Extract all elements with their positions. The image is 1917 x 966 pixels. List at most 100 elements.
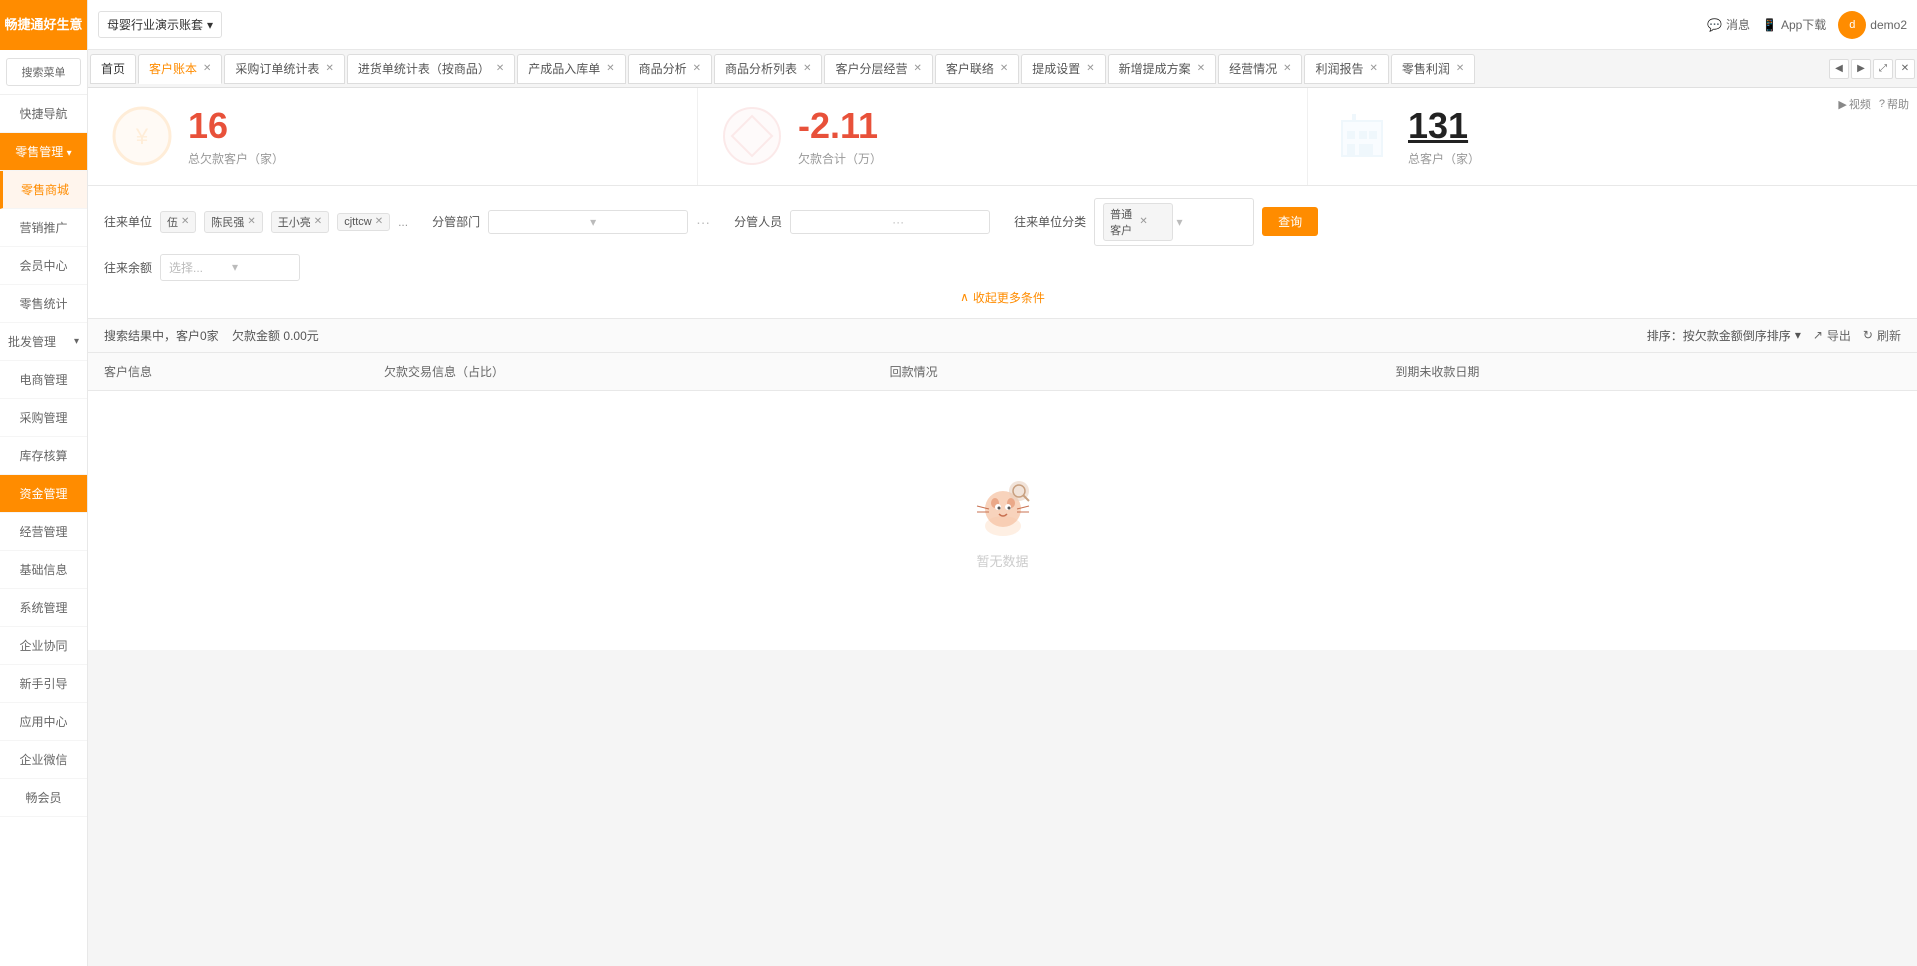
tab-purchase-order[interactable]: 采购订单统计表 ✕ <box>224 54 344 84</box>
sidebar-item-finance[interactable]: 资金管理 <box>0 475 87 513</box>
tab-more[interactable]: ✕ <box>1895 59 1915 79</box>
tab-product-stock[interactable]: 产成品入库单 ✕ <box>517 54 625 84</box>
sidebar-item-member[interactable]: 会员中心 <box>0 247 87 285</box>
diamond-circle-icon <box>722 106 782 166</box>
balance-select[interactable]: 选择... ▾ <box>160 254 300 281</box>
stat-actions: ▶ 视频 ? 帮助 <box>1838 96 1909 112</box>
filter-tag-cjttcw: cjttcw ✕ <box>337 213 390 231</box>
filter-tag-wu: 伍 ✕ <box>160 211 196 233</box>
dept-select[interactable]: ▾ <box>488 210 688 234</box>
empty-label: 暂无数据 <box>976 551 1028 570</box>
sidebar-item-app-center[interactable]: 应用中心 <box>0 703 87 741</box>
tab-customer-contact[interactable]: 客户联络 ✕ <box>935 54 1019 84</box>
sidebar-item-inventory[interactable]: 库存核算 <box>0 437 87 475</box>
tab-customer-tier[interactable]: 客户分层经营 ✕ <box>824 54 932 84</box>
message-button[interactable]: 💬 消息 <box>1707 16 1750 33</box>
sidebar-item-vip-member[interactable]: 畅会员 <box>0 779 87 817</box>
tabbar: 首页 客户账本 ✕ 采购订单统计表 ✕ 进货单统计表（按商品） ✕ 产成品入库单… <box>88 50 1917 88</box>
content-area: ¥ 16 总欠款客户（家） -2.11 欠款合计（ <box>88 88 1917 966</box>
tab-scroll-right[interactable]: ▶ <box>1851 59 1871 79</box>
tab-close-profit-report[interactable]: ✕ <box>1370 63 1378 74</box>
col-header-debt: 欠款交易信息（占比） <box>384 363 890 380</box>
tab-close-retail-profit[interactable]: ✕ <box>1456 63 1464 74</box>
filter-tag-chen: 陈民强 ✕ <box>204 211 262 233</box>
video-action[interactable]: ▶ 视频 <box>1838 96 1870 112</box>
stat-credit-amount-value: -2.11 <box>798 106 1283 146</box>
result-summary: 搜索结果中，客户0家 欠款金额 0.00元 <box>104 327 319 344</box>
person-select[interactable]: ··· <box>790 210 990 234</box>
sidebar-item-retail[interactable]: 零售管理 ▾ <box>0 133 87 171</box>
dept-clear-icon[interactable]: ··· <box>696 214 710 230</box>
filter-tag-close-normal[interactable]: ✕ <box>1139 216 1165 227</box>
refresh-button[interactable]: ↻ 刷新 <box>1863 327 1901 344</box>
tab-new-tips[interactable]: 新增提成方案 ✕ <box>1108 54 1216 84</box>
sidebar-item-basic-info[interactable]: 基础信息 <box>0 551 87 589</box>
sidebar-item-system[interactable]: 系统管理 <box>0 589 87 627</box>
filter-tag-close-wang[interactable]: ✕ <box>314 216 322 227</box>
filter-more-tags[interactable]: ... <box>398 215 408 229</box>
play-icon: ▶ <box>1838 98 1846 111</box>
export-button[interactable]: ↗ 导出 <box>1813 327 1851 344</box>
tab-profit-report[interactable]: 利润报告 ✕ <box>1304 54 1388 84</box>
sidebar-item-marketing[interactable]: 营销推广 <box>0 209 87 247</box>
tab-close-customer-tier[interactable]: ✕ <box>913 63 921 74</box>
filter-area: 往来单位 伍 ✕ 陈民强 ✕ 王小亮 ✕ cjttcw ✕ ... <box>88 186 1917 319</box>
collapse-button[interactable]: ∧ 收起更多条件 <box>104 289 1901 306</box>
unit-filter-label: 往来单位 <box>104 213 152 230</box>
sidebar-item-quick-nav[interactable]: 快捷导航 <box>0 95 87 133</box>
tab-tips-settings[interactable]: 提成设置 ✕ <box>1021 54 1105 84</box>
tab-close-purchase-order[interactable]: ✕ <box>325 63 333 74</box>
tab-close-stock-stats[interactable]: ✕ <box>496 63 504 74</box>
sidebar-item-purchase[interactable]: 采购管理 <box>0 399 87 437</box>
filter-tag-close-wu[interactable]: ✕ <box>181 216 189 227</box>
avatar: d <box>1838 11 1866 39</box>
sidebar-item-enterprise-wechat[interactable]: 企业微信 <box>0 741 87 779</box>
person-filter-label: 分管人员 <box>734 213 782 230</box>
sidebar-item-operations[interactable]: 经营管理 <box>0 513 87 551</box>
sidebar-item-enterprise-collab[interactable]: 企业协同 <box>0 627 87 665</box>
tab-close-tips-settings[interactable]: ✕ <box>1086 63 1094 74</box>
building-icon <box>1332 106 1392 166</box>
tab-product-analysis[interactable]: 商品分析 ✕ <box>628 54 712 84</box>
tab-operations[interactable]: 经营情况 ✕ <box>1218 54 1302 84</box>
user-profile[interactable]: d demo2 <box>1838 11 1907 39</box>
sidebar-item-retail-stats[interactable]: 零售统计 <box>0 285 87 323</box>
sort-select[interactable]: 排序：按欠款金额倒序排序 ▾ <box>1647 327 1801 344</box>
tab-close-new-tips[interactable]: ✕ <box>1197 63 1205 74</box>
sidebar-item-new-guide[interactable]: 新手引导 <box>0 665 87 703</box>
stats-row: ¥ 16 总欠款客户（家） -2.11 欠款合计（ <box>88 88 1917 186</box>
unit-category-select[interactable]: 普通客户 ✕ ▾ <box>1094 198 1254 246</box>
tab-home[interactable]: 首页 <box>90 54 136 84</box>
tab-maximize[interactable]: ⤢ <box>1873 59 1893 79</box>
svg-text:¥: ¥ <box>135 124 149 149</box>
filter-tag-close-chen[interactable]: ✕ <box>247 216 255 227</box>
unit-category-label: 往来单位分类 <box>1014 213 1086 230</box>
search-menu-button[interactable]: 搜索菜单 <box>6 58 81 86</box>
topbar-left: 母婴行业演示账套 ▾ <box>98 11 222 38</box>
filter-tag-close-cjttcw[interactable]: ✕ <box>375 216 383 227</box>
sidebar-item-wholesale[interactable]: 批发管理 ▾ <box>0 323 87 361</box>
tab-close-accounts[interactable]: ✕ <box>203 63 211 74</box>
tab-close-operations[interactable]: ✕ <box>1283 63 1291 74</box>
sidebar-item-ecommerce[interactable]: 电商管理 <box>0 361 87 399</box>
help-action[interactable]: ? 帮助 <box>1879 96 1909 112</box>
tab-close-product-analysis[interactable]: ✕ <box>693 63 701 74</box>
stat-credit-customers: ¥ 16 总欠款客户（家） <box>88 88 698 185</box>
tab-scroll-left[interactable]: ◀ <box>1829 59 1849 79</box>
tab-product-analysis-list[interactable]: 商品分析列表 ✕ <box>714 54 822 84</box>
sidebar-item-retail-mall[interactable]: 零售商城 <box>0 171 87 209</box>
tab-close-product-analysis-list[interactable]: ✕ <box>803 63 811 74</box>
tab-close-product-stock[interactable]: ✕ <box>606 63 614 74</box>
tab-accounts[interactable]: 客户账本 ✕ <box>138 54 222 84</box>
stat-total-customers-value: 131 <box>1408 106 1893 146</box>
tab-retail-profit[interactable]: 零售利润 ✕ <box>1391 54 1475 84</box>
tab-stock-stats[interactable]: 进货单统计表（按商品） ✕ <box>347 54 515 84</box>
filter-tag-normal-customer: 普通客户 ✕ <box>1103 203 1172 241</box>
yuan-circle-icon: ¥ <box>112 106 172 166</box>
app-download-button[interactable]: 📱 App下载 <box>1762 16 1826 33</box>
filter-row-1: 往来单位 伍 ✕ 陈民强 ✕ 王小亮 ✕ cjttcw ✕ ... <box>104 198 1901 246</box>
stat-total-customers-label: 总客户（家） <box>1408 150 1893 167</box>
tab-close-customer-contact[interactable]: ✕ <box>1000 63 1008 74</box>
query-button[interactable]: 查询 <box>1262 207 1318 236</box>
account-selector[interactable]: 母婴行业演示账套 ▾ <box>98 11 222 38</box>
